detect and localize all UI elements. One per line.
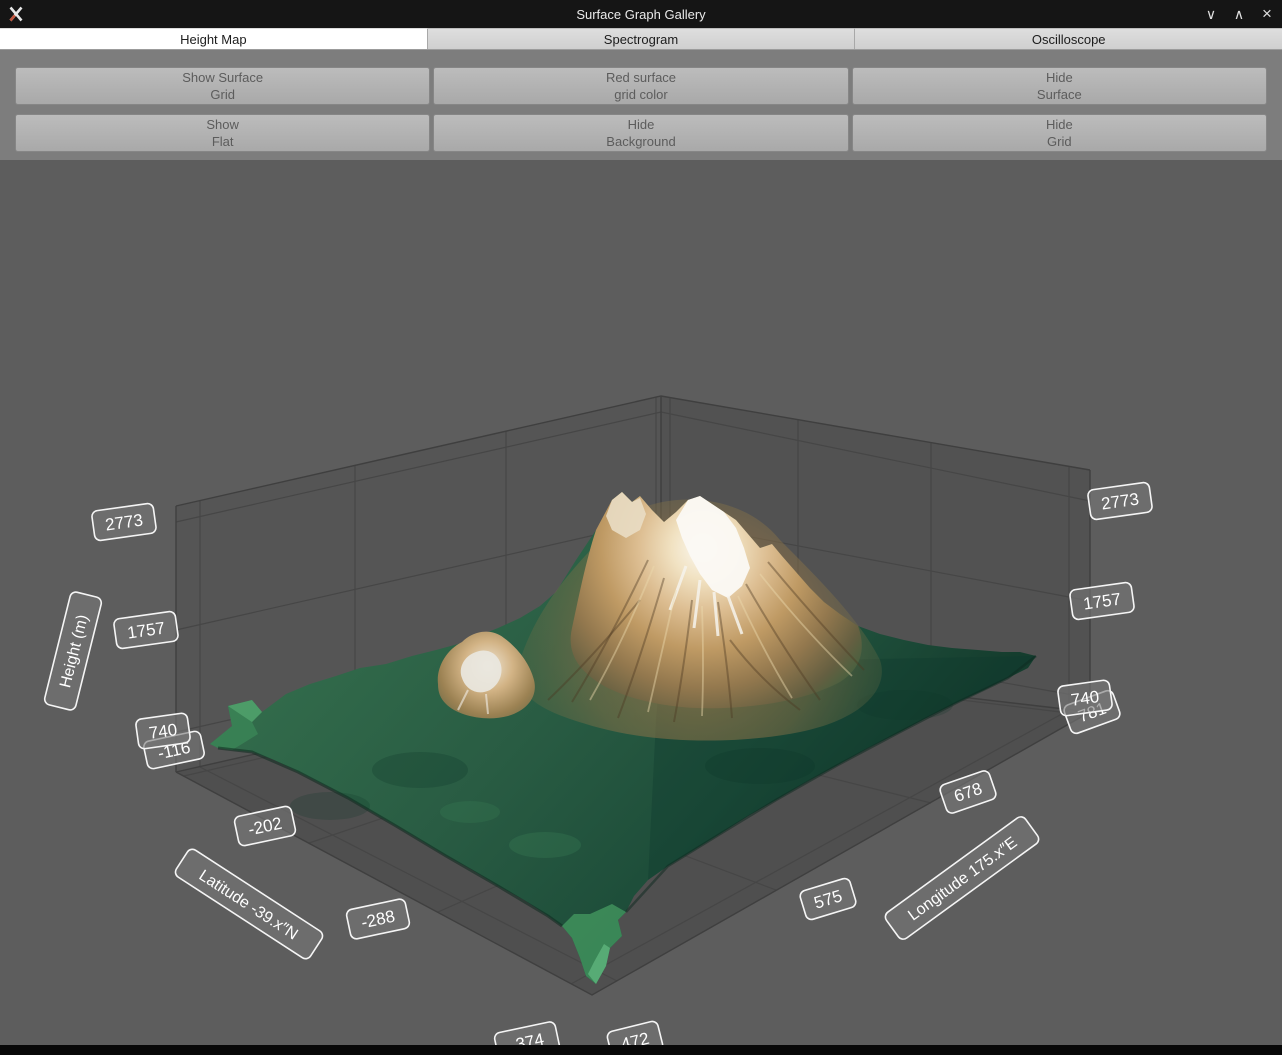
height-axis-tick: 740 (1057, 680, 1113, 717)
red-surface-grid-color-button[interactable]: Red surface grid color (433, 67, 848, 105)
tab-bar: Height Map Spectrogram Oscilloscope (0, 28, 1282, 50)
hide-surface-button[interactable]: Hide Surface (852, 67, 1267, 105)
minimize-button[interactable]: ∨ (1202, 6, 1220, 23)
title-bar: Surface Graph Gallery ∨ ∧ × (0, 0, 1282, 28)
button-label-line: Hide (628, 117, 655, 133)
x11-logo-icon (8, 6, 24, 22)
maximize-button[interactable]: ∧ (1230, 6, 1248, 23)
button-label-line: Show (206, 117, 239, 133)
button-label-line: Show Surface (182, 70, 263, 86)
button-label-line: Grid (210, 87, 235, 103)
tab-oscilloscope[interactable]: Oscilloscope (855, 28, 1282, 49)
button-label-line: Hide (1046, 70, 1073, 86)
button-label-line: Hide (1046, 117, 1073, 133)
button-label-line: Grid (1047, 134, 1072, 150)
tab-spectrogram[interactable]: Spectrogram (428, 28, 856, 49)
app-window: Surface Graph Gallery ∨ ∧ × Height Map S… (0, 0, 1282, 1055)
close-button[interactable]: × (1258, 4, 1276, 24)
svg-text:740: 740 (148, 720, 179, 743)
hide-background-button[interactable]: Hide Background (433, 114, 848, 152)
height-axis-tick: 740 (135, 713, 191, 750)
button-label-line: grid color (614, 87, 667, 103)
tab-height-map[interactable]: Height Map (0, 28, 428, 49)
window-title: Surface Graph Gallery (0, 7, 1282, 22)
svg-text:740: 740 (1070, 687, 1101, 710)
window-controls: ∨ ∧ × (1202, 0, 1276, 28)
show-flat-button[interactable]: Show Flat (15, 114, 430, 152)
button-panel: Show Surface Grid Red surface grid color… (0, 50, 1282, 160)
button-label-line: Flat (212, 134, 234, 150)
button-label-line: Surface (1037, 87, 1082, 103)
button-label-line: Background (606, 134, 675, 150)
bottom-edge (0, 1045, 1282, 1055)
app-icon[interactable] (7, 5, 25, 23)
surface-chart[interactable]: 2773 1757 -116 740 Height (m) (0, 160, 1282, 1045)
button-label-line: Red surface (606, 70, 676, 86)
surface-3d-canvas[interactable]: 2773 1757 -116 740 Height (m) (0, 160, 1282, 1045)
hide-grid-button[interactable]: Hide Grid (852, 114, 1267, 152)
show-surface-grid-button[interactable]: Show Surface Grid (15, 67, 430, 105)
